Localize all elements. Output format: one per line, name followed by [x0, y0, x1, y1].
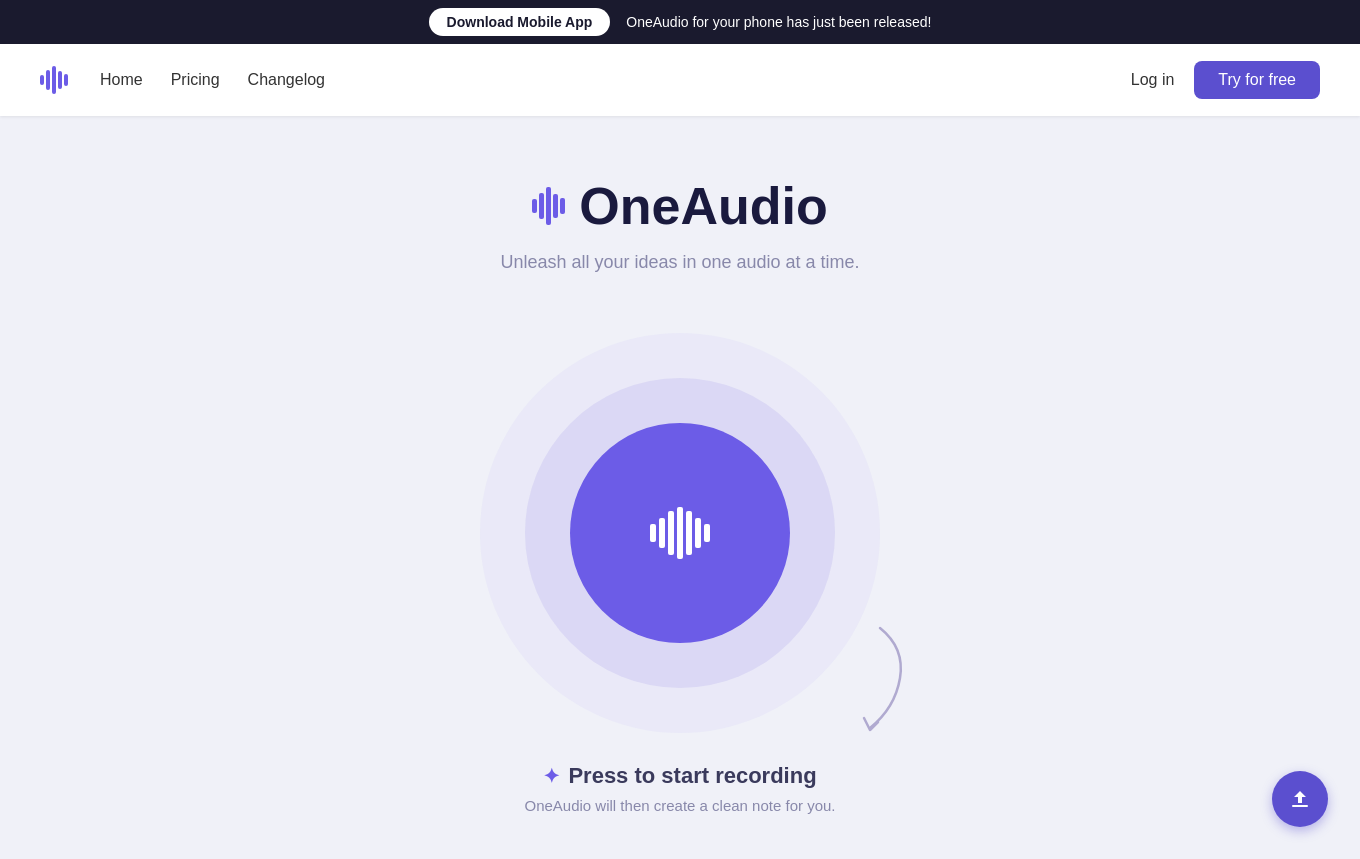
top-banner: Download Mobile App OneAudio for your ph…: [0, 0, 1360, 44]
navbar-right: Log in Try for free: [1131, 61, 1320, 99]
hero-bar-4: [553, 194, 558, 218]
curved-arrow-icon: [850, 618, 910, 738]
logo-icon: [40, 66, 68, 94]
hero-bar-5: [560, 198, 565, 214]
try-for-free-button[interactable]: Try for free: [1194, 61, 1320, 99]
hero-bar-3: [546, 187, 551, 225]
record-button[interactable]: [570, 423, 790, 643]
hero-logo-icon: [532, 187, 565, 225]
nav-pricing[interactable]: Pricing: [171, 71, 220, 89]
record-section: ✦ Press to start recording OneAudio will…: [524, 763, 835, 814]
nav-changelog[interactable]: Changelog: [248, 71, 325, 89]
sound-wave-icon: [650, 507, 710, 559]
record-subtitle: OneAudio will then create a clean note f…: [524, 797, 835, 814]
navbar: Home Pricing Changelog Log in Try for fr…: [0, 44, 1360, 116]
logo-bar-5: [64, 74, 68, 86]
press-to-record-label: Press to start recording: [568, 763, 816, 789]
floating-action-button[interactable]: [1272, 771, 1328, 827]
hero-title: OneAudio: [579, 176, 827, 236]
upload-icon: [1288, 787, 1312, 811]
main-content: OneAudio Unleash all your ideas in one a…: [0, 116, 1360, 859]
navbar-left: Home Pricing Changelog: [40, 66, 325, 94]
hero-bar-1: [532, 199, 537, 213]
banner-text: OneAudio for your phone has just been re…: [626, 14, 931, 30]
nav-links: Home Pricing Changelog: [100, 71, 325, 89]
sparkle-icon: ✦: [543, 764, 560, 788]
login-button[interactable]: Log in: [1131, 71, 1175, 89]
logo-bar-3: [52, 66, 56, 94]
download-app-button[interactable]: Download Mobile App: [429, 8, 611, 36]
hero-bar-2: [539, 193, 544, 219]
nav-home[interactable]: Home: [100, 71, 143, 89]
press-to-record: ✦ Press to start recording: [524, 763, 835, 789]
logo-bar-2: [46, 70, 50, 90]
hero-title-container: OneAudio: [532, 176, 827, 236]
logo-bar-4: [58, 71, 62, 89]
logo[interactable]: [40, 66, 68, 94]
svg-rect-0: [1292, 805, 1308, 807]
record-button-area[interactable]: [430, 323, 930, 743]
hero-subtitle: Unleash all your ideas in one audio at a…: [500, 252, 859, 273]
logo-bar-1: [40, 75, 44, 85]
